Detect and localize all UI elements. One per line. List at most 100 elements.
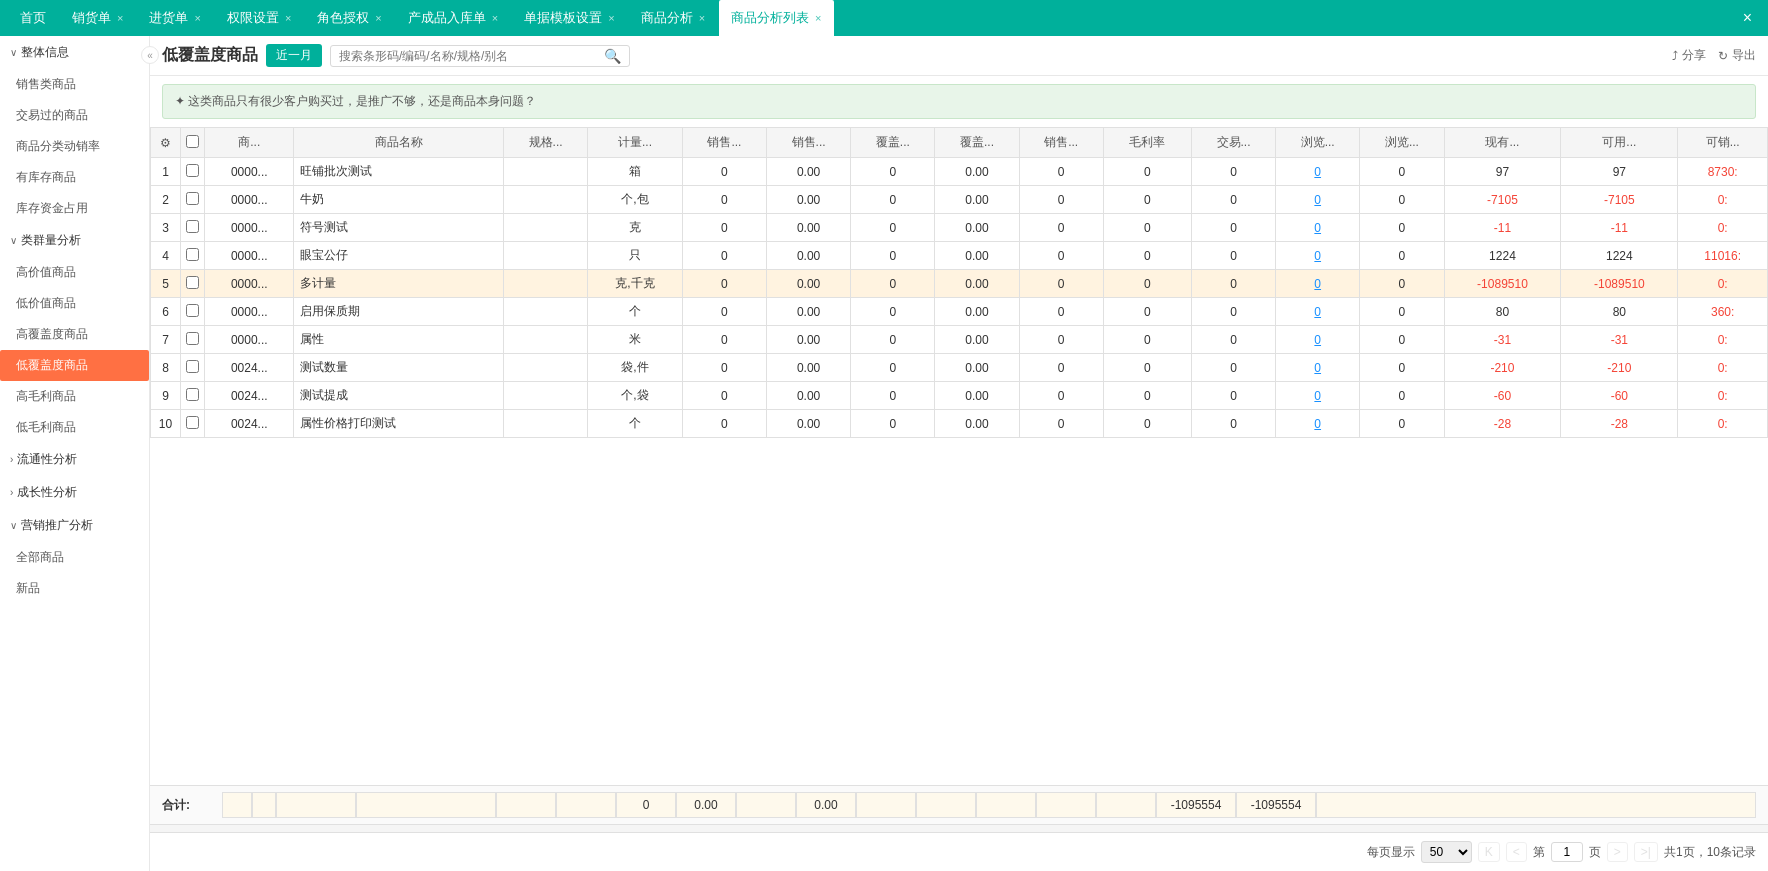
col-sellable[interactable]: 可销... xyxy=(1678,128,1768,158)
row-checkbox-cell[interactable] xyxy=(181,158,205,186)
search-input[interactable] xyxy=(339,49,600,63)
row-browse1[interactable]: 0 xyxy=(1276,214,1360,242)
col-unit[interactable]: 计量... xyxy=(588,128,683,158)
row-checkbox[interactable] xyxy=(186,416,199,429)
nav-tab-permissions[interactable]: 权限设置 × xyxy=(215,0,303,36)
close-icon[interactable]: × xyxy=(375,12,381,24)
col-cov2[interactable]: 覆盖... xyxy=(935,128,1019,158)
row-checkbox[interactable] xyxy=(186,192,199,205)
row-checkbox[interactable] xyxy=(186,304,199,317)
sidebar-item-category-rate[interactable]: 商品分类动销率 xyxy=(0,131,149,162)
close-icon[interactable]: × xyxy=(608,12,614,24)
row-browse1[interactable]: 0 xyxy=(1276,158,1360,186)
nav-tab-roles[interactable]: 角色授权 × xyxy=(305,0,393,36)
close-icon[interactable]: × xyxy=(285,12,291,24)
sidebar-item-low-coverage[interactable]: 低覆盖度商品 xyxy=(0,350,149,381)
col-sales-qty[interactable]: 销售... xyxy=(682,128,766,158)
row-checkbox-cell[interactable] xyxy=(181,270,205,298)
search-icon[interactable]: 🔍 xyxy=(604,48,621,64)
sidebar-collapse-button[interactable]: « xyxy=(141,46,159,64)
close-icon[interactable]: × xyxy=(815,12,821,24)
sidebar-item-traded-goods[interactable]: 交易过的商品 xyxy=(0,100,149,131)
row-checkbox-cell[interactable] xyxy=(181,242,205,270)
row-checkbox-cell[interactable] xyxy=(181,354,205,382)
browse-link[interactable]: 0 xyxy=(1314,417,1321,431)
row-checkbox[interactable] xyxy=(186,360,199,373)
last-page-button[interactable]: >| xyxy=(1634,842,1658,862)
browse-link[interactable]: 0 xyxy=(1314,249,1321,263)
row-checkbox[interactable] xyxy=(186,164,199,177)
next-page-button[interactable]: > xyxy=(1607,842,1628,862)
sidebar-item-stock-capital[interactable]: 库存资金占用 xyxy=(0,193,149,224)
row-checkbox-cell[interactable] xyxy=(181,186,205,214)
col-spec[interactable]: 规格... xyxy=(503,128,587,158)
export-button[interactable]: ↻ 导出 xyxy=(1718,47,1756,64)
browse-link[interactable]: 0 xyxy=(1314,165,1321,179)
row-checkbox-cell[interactable] xyxy=(181,382,205,410)
row-checkbox[interactable] xyxy=(186,388,199,401)
row-checkbox[interactable] xyxy=(186,276,199,289)
sidebar-item-all-goods[interactable]: 全部商品 xyxy=(0,542,149,573)
col-gross[interactable]: 毛利率 xyxy=(1103,128,1191,158)
browse-link[interactable]: 0 xyxy=(1314,361,1321,375)
browse-link[interactable]: 0 xyxy=(1314,193,1321,207)
sidebar-item-sales-goods[interactable]: 销售类商品 xyxy=(0,69,149,100)
sidebar-section-growth[interactable]: › 成长性分析 xyxy=(0,476,149,509)
browse-link[interactable]: 0 xyxy=(1314,305,1321,319)
nav-tab-purchase[interactable]: 进货单 × xyxy=(137,0,212,36)
col-current[interactable]: 现有... xyxy=(1444,128,1561,158)
col-trans[interactable]: 交易... xyxy=(1191,128,1275,158)
sidebar-item-high-value[interactable]: 高价值商品 xyxy=(0,257,149,288)
sidebar-item-high-margin[interactable]: 高毛利商品 xyxy=(0,381,149,412)
horizontal-scrollbar[interactable] xyxy=(150,824,1768,832)
col-sales-amt[interactable]: 销售... xyxy=(767,128,851,158)
sidebar-item-low-margin[interactable]: 低毛利商品 xyxy=(0,412,149,443)
sidebar-section-marketing[interactable]: ∨ 营销推广分析 xyxy=(0,509,149,542)
nav-tab-home[interactable]: 首页 xyxy=(8,0,58,36)
row-browse1[interactable]: 0 xyxy=(1276,354,1360,382)
col-code[interactable]: 商... xyxy=(205,128,294,158)
browse-link[interactable]: 0 xyxy=(1314,277,1321,291)
sidebar-section-circulation[interactable]: › 流通性分析 xyxy=(0,443,149,476)
nav-tab-product-analysis-list[interactable]: 商品分析列表 × xyxy=(719,0,833,36)
select-all-checkbox[interactable] xyxy=(186,135,199,148)
col-sales3[interactable]: 销售... xyxy=(1019,128,1103,158)
row-checkbox-cell[interactable] xyxy=(181,214,205,242)
sidebar-item-low-value[interactable]: 低价值商品 xyxy=(0,288,149,319)
col-browse2[interactable]: 浏览... xyxy=(1360,128,1444,158)
row-checkbox-cell[interactable] xyxy=(181,298,205,326)
row-browse1[interactable]: 0 xyxy=(1276,382,1360,410)
col-available[interactable]: 可用... xyxy=(1561,128,1678,158)
nav-tab-product-analysis[interactable]: 商品分析 × xyxy=(629,0,717,36)
col-checkbox[interactable] xyxy=(181,128,205,158)
sidebar-section-overall[interactable]: ∨ 整体信息 xyxy=(0,36,149,69)
first-page-button[interactable]: K xyxy=(1478,842,1500,862)
row-browse1[interactable]: 0 xyxy=(1276,186,1360,214)
row-browse1[interactable]: 0 xyxy=(1276,326,1360,354)
sidebar-item-in-stock[interactable]: 有库存商品 xyxy=(0,162,149,193)
nav-tab-finished-goods[interactable]: 产成品入库单 × xyxy=(396,0,510,36)
row-checkbox-cell[interactable] xyxy=(181,326,205,354)
row-checkbox[interactable] xyxy=(186,332,199,345)
row-checkbox[interactable] xyxy=(186,220,199,233)
row-browse1[interactable]: 0 xyxy=(1276,270,1360,298)
browse-link[interactable]: 0 xyxy=(1314,221,1321,235)
page-size-select[interactable]: 50 100 200 xyxy=(1421,841,1472,863)
row-checkbox-cell[interactable] xyxy=(181,410,205,438)
col-settings[interactable]: ⚙ xyxy=(151,128,181,158)
browse-link[interactable]: 0 xyxy=(1314,333,1321,347)
close-icon[interactable]: × xyxy=(117,12,123,24)
row-browse1[interactable]: 0 xyxy=(1276,410,1360,438)
col-cov1[interactable]: 覆盖... xyxy=(851,128,935,158)
time-filter-button[interactable]: 近一月 xyxy=(266,44,322,67)
close-icon[interactable]: × xyxy=(194,12,200,24)
sidebar-item-new-goods[interactable]: 新品 xyxy=(0,573,149,604)
row-browse1[interactable]: 0 xyxy=(1276,298,1360,326)
close-all-tabs-button[interactable]: × xyxy=(1735,9,1760,27)
col-browse1[interactable]: 浏览... xyxy=(1276,128,1360,158)
close-icon[interactable]: × xyxy=(492,12,498,24)
col-name[interactable]: 商品名称 xyxy=(294,128,503,158)
nav-tab-template[interactable]: 单据模板设置 × xyxy=(512,0,626,36)
page-number-input[interactable] xyxy=(1551,842,1583,862)
nav-tab-sales[interactable]: 销货单 × xyxy=(60,0,135,36)
